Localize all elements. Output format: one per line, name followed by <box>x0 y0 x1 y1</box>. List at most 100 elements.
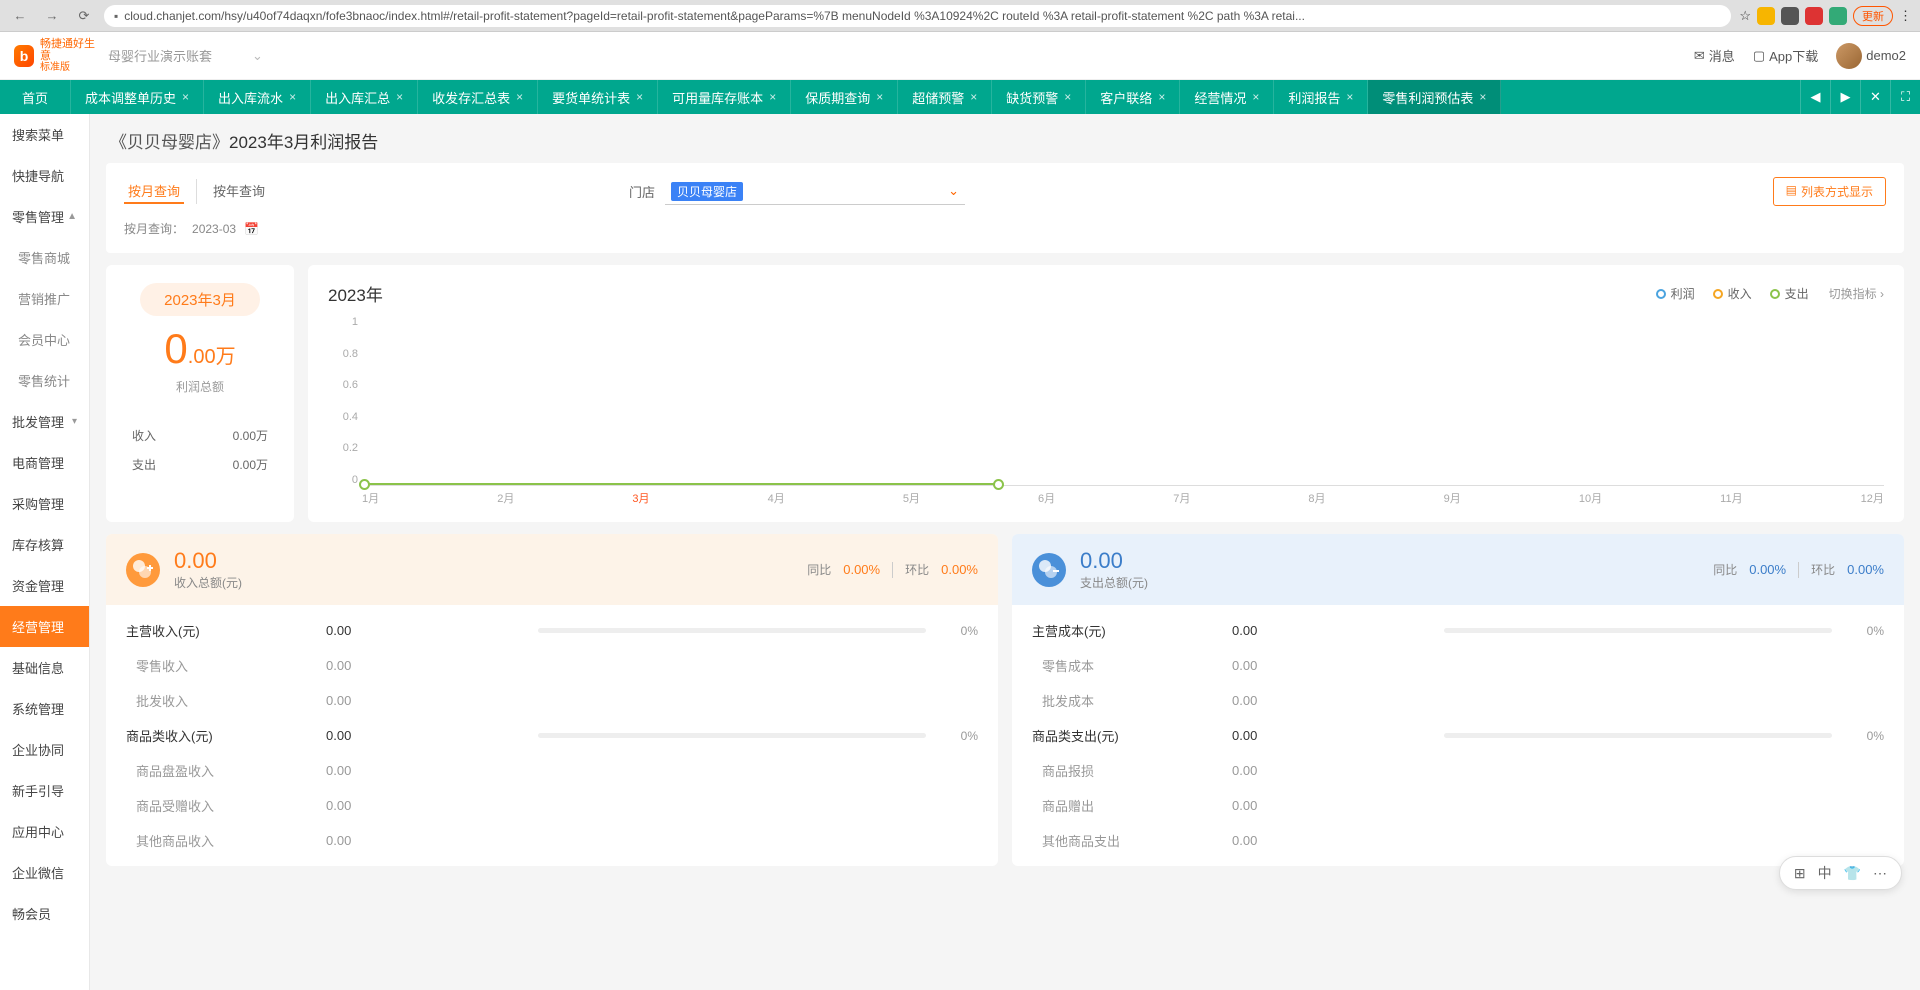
close-icon[interactable]: × <box>1479 90 1486 104</box>
tab-item[interactable]: 经营情况× <box>1180 80 1274 114</box>
tab-item[interactable]: 保质期查询× <box>791 80 898 114</box>
legend-item[interactable]: 支出 <box>1770 285 1809 302</box>
sidebar-item[interactable]: 快捷导航 <box>0 155 89 196</box>
sidebar-item[interactable]: 系统管理 <box>0 688 89 729</box>
tab-item[interactable]: 超储预警× <box>898 80 992 114</box>
close-icon[interactable]: × <box>970 90 977 104</box>
income-rows: 主营收入(元)0.000%零售收入0.00批发收入0.00商品类收入(元)0.0… <box>106 605 998 866</box>
close-icon[interactable]: × <box>396 90 403 104</box>
data-row: 批发收入0.00 <box>126 683 978 718</box>
user-menu[interactable]: demo2 <box>1836 43 1906 69</box>
ext-icon-3[interactable] <box>1805 7 1823 25</box>
store-tag: 贝贝母婴店 <box>671 182 743 201</box>
ime-lang[interactable]: 中 <box>1818 863 1832 883</box>
sidebar-item[interactable]: 营销推广 <box>0 278 89 319</box>
sidebar-item[interactable]: 零售管理▲ <box>0 196 89 237</box>
tab-item[interactable]: 出入库汇总× <box>311 80 418 114</box>
star-icon[interactable]: ☆ <box>1739 8 1751 24</box>
tab-item[interactable]: 收发存汇总表× <box>418 80 538 114</box>
tab-item[interactable]: 客户联络× <box>1086 80 1180 114</box>
data-row: 主营成本(元)0.000% <box>1032 613 1884 648</box>
close-icon[interactable]: × <box>516 90 523 104</box>
close-icon[interactable]: × <box>1252 90 1259 104</box>
tab-fullscreen[interactable]: ⛶ <box>1890 80 1920 114</box>
list-view-button[interactable]: ▤ 列表方式显示 <box>1773 177 1886 206</box>
url-text: cloud.chanjet.com/hsy/u40of74daqxn/fofe3… <box>124 9 1305 23</box>
sidebar-item[interactable]: 经营管理 <box>0 606 89 647</box>
legend-item[interactable]: 利润 <box>1656 285 1695 302</box>
close-icon[interactable]: × <box>1158 90 1165 104</box>
sidebar-item[interactable]: 会员中心 <box>0 319 89 360</box>
close-icon[interactable]: × <box>769 90 776 104</box>
ime-toolbar[interactable]: ⊞ 中 👕 ⋯ <box>1779 856 1902 890</box>
url-bar[interactable]: ▪ cloud.chanjet.com/hsy/u40of74daqxn/fof… <box>104 5 1731 27</box>
switch-indicator[interactable]: 切换指标 › <box>1829 285 1884 302</box>
caret-icon: ▲ <box>67 211 77 222</box>
ime-menu-icon[interactable]: ⊞ <box>1794 865 1806 882</box>
account-set-selector[interactable]: 母婴行业演示账套 <box>100 42 271 69</box>
tab-item[interactable]: 缺货预警× <box>992 80 1086 114</box>
tab-item[interactable]: 可用量库存账本× <box>658 80 791 114</box>
tab-by-year[interactable]: 按年查询 <box>209 179 269 204</box>
tab-close-all[interactable]: ✕ <box>1860 80 1890 114</box>
sidebar-item[interactable]: 企业微信 <box>0 852 89 893</box>
brand-logo[interactable]: b 畅捷通好生意 标准版 <box>14 38 100 73</box>
close-icon[interactable]: × <box>636 90 643 104</box>
tab-item[interactable]: 出入库流水× <box>204 80 311 114</box>
sidebar-item[interactable]: 采购管理 <box>0 483 89 524</box>
close-icon[interactable]: × <box>876 90 883 104</box>
store-input[interactable]: 贝贝母婴店 ⌄ <box>665 179 965 205</box>
tab-by-month[interactable]: 按月查询 <box>124 179 184 204</box>
income-icon <box>126 553 160 587</box>
tab-home[interactable]: 首页 <box>0 80 71 114</box>
forward-button[interactable]: → <box>40 4 64 28</box>
sidebar-item[interactable]: 零售商城 <box>0 237 89 278</box>
update-badge[interactable]: 更新 <box>1853 6 1893 26</box>
legend-item[interactable]: 收入 <box>1713 285 1752 302</box>
tab-item[interactable]: 利润报告× <box>1274 80 1368 114</box>
back-button[interactable]: ← <box>8 4 32 28</box>
close-icon[interactable]: × <box>1346 90 1353 104</box>
close-icon[interactable]: × <box>289 90 296 104</box>
ext-icon-2[interactable] <box>1781 7 1799 25</box>
close-icon[interactable]: × <box>1064 90 1071 104</box>
trend-chart-card: 2023年 利润收入支出 切换指标 › 10.80.60.40.20 1月2月3… <box>308 265 1904 522</box>
sidebar-item[interactable]: 电商管理 <box>0 442 89 483</box>
sidebar-item[interactable]: 企业协同 <box>0 729 89 770</box>
tab-scroll-right[interactable]: ▶ <box>1830 80 1860 114</box>
tab-item[interactable]: 成本调整单历史× <box>71 80 204 114</box>
sidebar-item[interactable]: 畅会员 <box>0 893 89 934</box>
ext-icon-1[interactable] <box>1757 7 1775 25</box>
sidebar-item[interactable]: 零售统计 <box>0 360 89 401</box>
sidebar-item[interactable]: 资金管理 <box>0 565 89 606</box>
ext-icon-4[interactable] <box>1829 7 1847 25</box>
reload-button[interactable]: ⟳ <box>72 4 96 28</box>
store-selector: 门店 贝贝母婴店 ⌄ <box>629 179 965 205</box>
sidebar-item[interactable]: 新手引导 <box>0 770 89 811</box>
sidebar-item[interactable]: 批发管理▾ <box>0 401 89 442</box>
calendar-icon[interactable]: 📅 <box>244 222 259 236</box>
income-yoy: 0.00% <box>843 562 880 577</box>
app-download-link[interactable]: ▢App下载 <box>1753 46 1818 65</box>
sidebar: 搜索菜单快捷导航零售管理▲零售商城营销推广会员中心零售统计批发管理▾电商管理采购… <box>0 114 90 990</box>
username: demo2 <box>1866 48 1906 63</box>
sidebar-item[interactable]: 应用中心 <box>0 811 89 852</box>
content-area: 《贝贝母婴店》2023年3月利润报告 按月查询 按年查询 门店 贝贝母婴店 ⌄ <box>90 114 1920 990</box>
sidebar-item[interactable]: 基础信息 <box>0 647 89 688</box>
chevron-down-icon: ⌄ <box>948 183 959 199</box>
messages-link[interactable]: ✉消息 <box>1694 46 1735 65</box>
ime-shirt-icon[interactable]: 👕 <box>1844 865 1861 882</box>
tab-item[interactable]: 要货单统计表× <box>538 80 658 114</box>
expense-rows: 主营成本(元)0.000%零售成本0.00批发成本0.00商品类支出(元)0.0… <box>1012 605 1904 866</box>
sidebar-item[interactable]: 库存核算 <box>0 524 89 565</box>
sidebar-item[interactable]: 搜索菜单 <box>0 114 89 155</box>
period-tabs: 按月查询 按年查询 <box>124 179 269 204</box>
expense-total-label: 支出总额(元) <box>1080 574 1148 591</box>
ime-more-icon[interactable]: ⋯ <box>1873 865 1887 882</box>
income-panel: 0.00 收入总额(元) 同比 0.00% 环比 0.00% 主营收入(元)0.… <box>106 534 998 866</box>
menu-icon[interactable]: ⋮ <box>1899 8 1912 24</box>
tab-scroll-left[interactable]: ◀ <box>1800 80 1830 114</box>
expense-line <box>362 483 1001 485</box>
close-icon[interactable]: × <box>182 90 189 104</box>
tab-item[interactable]: 零售利润预估表× <box>1368 80 1501 114</box>
